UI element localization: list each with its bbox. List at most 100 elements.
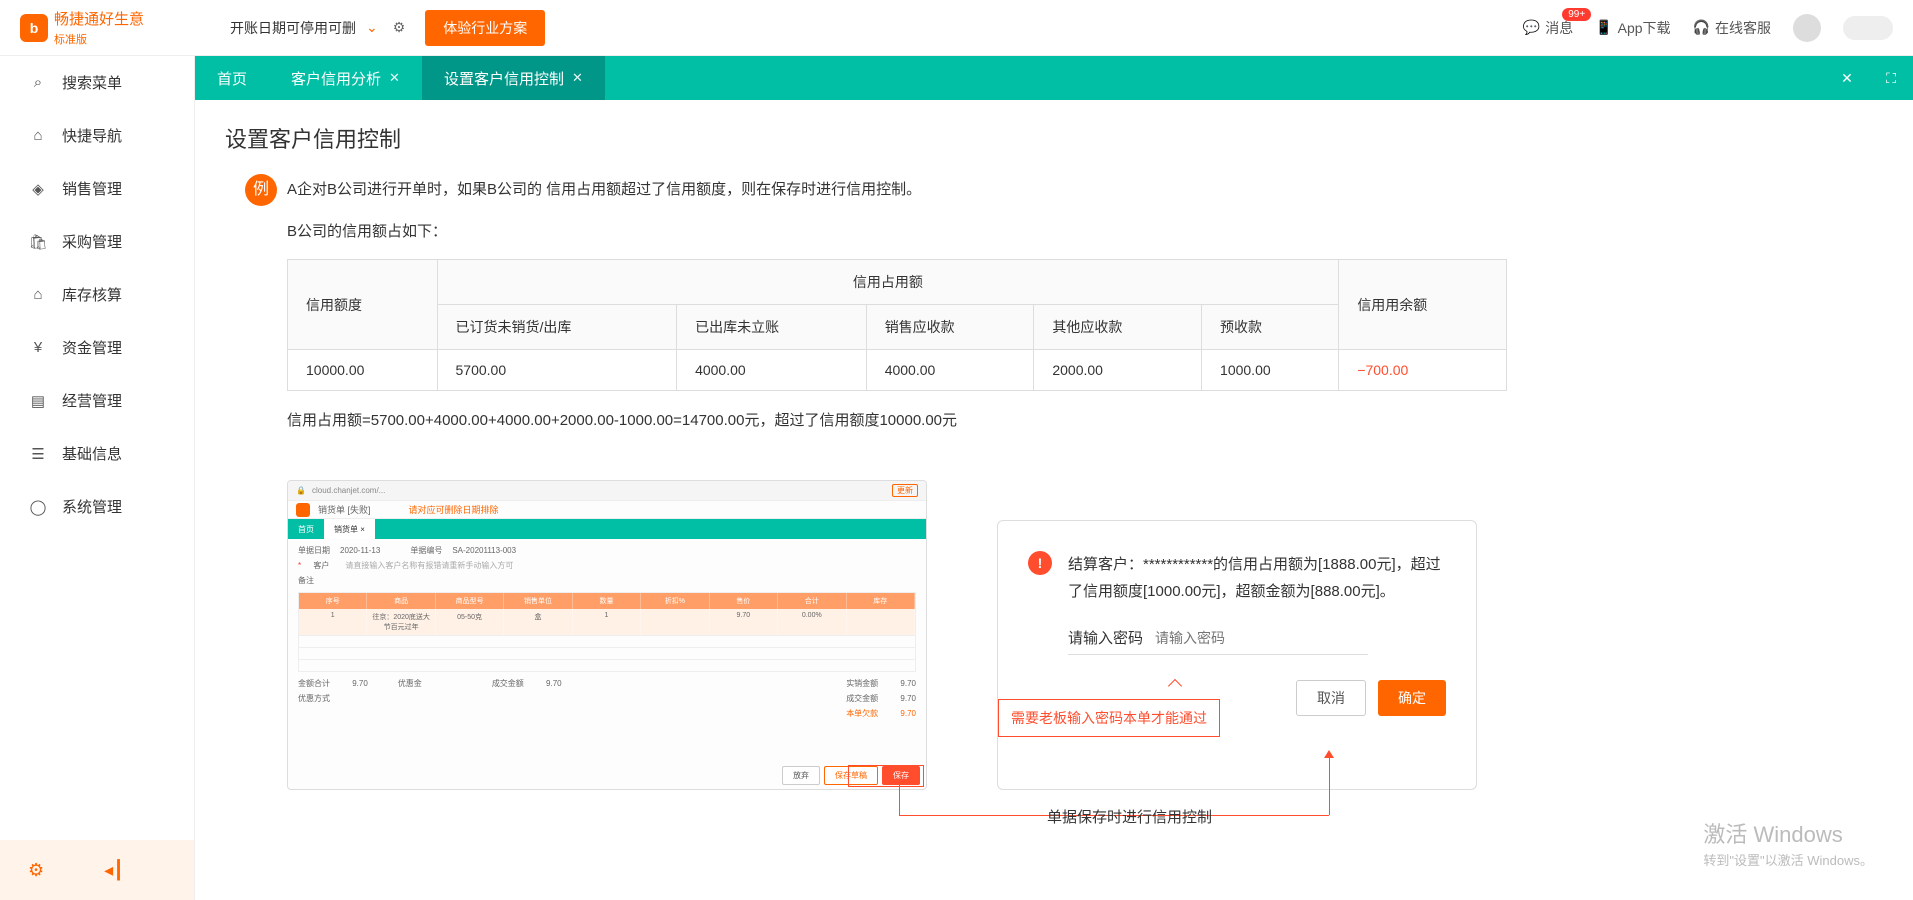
- online-service-link[interactable]: 🎧 在线客服: [1693, 18, 1771, 38]
- close-all-icon[interactable]: ✕: [1825, 56, 1869, 100]
- sidebar-item-label: 经营管理: [62, 390, 122, 411]
- annotation-line: [1329, 758, 1330, 815]
- annotation-caption: 单据保存时进行信用控制: [1047, 806, 1212, 827]
- tab-label: 客户信用分析: [291, 68, 381, 89]
- mock-logo-icon: [296, 503, 310, 517]
- mock-refresh: 更新: [892, 484, 918, 497]
- logo-icon: b: [20, 14, 48, 42]
- sidebar-item-search[interactable]: ⌕搜索菜单: [0, 56, 194, 109]
- close-icon[interactable]: ✕: [389, 70, 400, 86]
- sidebar-item-finance[interactable]: ¥资金管理: [0, 321, 194, 374]
- mock-label: 本单欠款: [846, 708, 878, 719]
- mock-page-title: 销货单 [失败]: [318, 503, 371, 516]
- circle-icon: ◯: [28, 498, 48, 516]
- diamond-icon: ◈: [28, 180, 48, 198]
- mock-value: 9.70: [900, 709, 916, 718]
- selector-label: 开账日期可停用可删: [230, 18, 356, 38]
- bag-icon: 🛍: [28, 233, 48, 251]
- annotation-box: 需要老板输入密码本单才能通过: [998, 699, 1220, 737]
- sidebar-item-sales[interactable]: ◈ 销售管理: [0, 162, 194, 215]
- sidebar-item-inventory[interactable]: ⌂库存核算: [0, 268, 194, 321]
- sidebar-item-label: 销售管理: [62, 178, 122, 199]
- settings-icon[interactable]: ⚙: [393, 19, 406, 36]
- tab-home[interactable]: 首页: [195, 56, 269, 100]
- left-sidebar: ⌕搜索菜单 ⌂快捷导航 ◈ 销售管理 🛍 采购管理 ⌂库存核算 ¥资金管理 ▤ 经营管…: [0, 56, 195, 900]
- cell-balance: −700.00: [1339, 350, 1507, 391]
- chevron-down-icon: ⌄: [366, 19, 378, 36]
- intro-line: 例 A企对B公司进行开单时，如果B公司的 信用占用额超过了信用额度，则在保存时进…: [245, 174, 1863, 206]
- th-c3: 销售应收款: [866, 305, 1034, 350]
- mock-label: 客户: [313, 560, 329, 571]
- dialog-message: 结算客户：************的信用占用额为[1888.00元]，超过了信用…: [1068, 551, 1446, 605]
- sidebar-item-system[interactable]: ◯ 系统管理: [0, 480, 194, 533]
- mock-col: 销售单位: [504, 593, 572, 609]
- fullscreen-icon[interactable]: ⛶: [1869, 56, 1913, 100]
- mock-tab: 首页: [288, 519, 324, 539]
- mock-tip: 请对应可删除日期排除: [409, 503, 499, 516]
- mock-placeholder: 请直接输入客户名称有报错请重新手动输入方可: [345, 560, 513, 571]
- cell-c2: 4000.00: [677, 350, 867, 391]
- mock-cell: 盒: [504, 609, 572, 635]
- collapse-icon[interactable]: ◂┃: [104, 860, 124, 881]
- tab-credit-control[interactable]: 设置客户信用控制✕: [422, 56, 605, 100]
- gear-icon[interactable]: ⚙: [28, 860, 44, 881]
- yen-icon: ¥: [28, 339, 48, 356]
- mock-grid: 序号 商品 商品型号 销售单位 数量 折扣% 售价 合计 库存 1: [298, 592, 916, 672]
- close-icon[interactable]: ✕: [572, 70, 583, 86]
- tab-credit-analysis[interactable]: 客户信用分析 ✕: [269, 56, 422, 100]
- experience-button[interactable]: 体验行业方案: [425, 10, 545, 46]
- search-icon: ⌕: [28, 74, 48, 91]
- tab-actions: ✕ ⛶: [1825, 56, 1913, 100]
- account-period-selector[interactable]: 开账日期可停用可删 ⌄: [230, 18, 378, 38]
- arrow-head-icon: [1324, 750, 1334, 758]
- home-icon: ⌂: [28, 127, 48, 144]
- mock-draft-button: 保存草稿: [824, 766, 878, 785]
- mock-value: 9.70: [900, 694, 916, 703]
- user-menu[interactable]: [1843, 16, 1893, 40]
- mock-body: 单据日期2020-11-13单据编号SA-20201113-003 * 客户请直…: [288, 539, 926, 729]
- mock-cell: 1: [573, 609, 641, 635]
- sidebar-item-label: 系统管理: [62, 496, 122, 517]
- sidebar-item-basic[interactable]: ☰基础信息: [0, 427, 194, 480]
- mock-screenshot: 🔒cloud.chanjet.com/... 更新 销货单 [失败] 请对应可删…: [287, 480, 927, 790]
- password-label: 请输入密码: [1068, 627, 1143, 648]
- content-area[interactable]: 设置客户信用控制 例 A企对B公司进行开单时，如果B公司的 信用占用额超过了信用…: [195, 100, 1913, 900]
- list-icon: ▤: [28, 392, 48, 410]
- confirm-button[interactable]: 确定: [1378, 680, 1446, 716]
- password-row: 请输入密码: [1068, 627, 1368, 655]
- mock-col: 折扣%: [641, 593, 709, 609]
- cell-c4: 2000.00: [1034, 350, 1202, 391]
- headset-icon: 🎧: [1693, 19, 1710, 36]
- mock-value: 9.70: [352, 679, 368, 688]
- mock-col: 数量: [573, 593, 641, 609]
- mock-col: 序号: [299, 593, 367, 609]
- sidebar-item-purchase[interactable]: 🛍 采购管理: [0, 215, 194, 268]
- page-title: 设置客户信用控制: [195, 100, 1913, 174]
- cancel-button[interactable]: 取消: [1296, 680, 1366, 716]
- mock-col: 商品: [367, 593, 435, 609]
- formula-text: 信用占用额=5700.00+4000.00+4000.00+2000.00-10…: [287, 409, 1863, 430]
- mock-col: 合计: [778, 593, 846, 609]
- sidebar-item-business[interactable]: ▤ 经营管理: [0, 374, 194, 427]
- th-c4: 其他应收款: [1034, 305, 1202, 350]
- mock-cell: 0.00%: [778, 609, 846, 635]
- cell-quota: 10000.00: [288, 350, 438, 391]
- sidebar-footer: ⚙ ◂┃: [0, 840, 194, 900]
- messages-badge: 99+: [1562, 8, 1591, 21]
- mobile-icon: 📱: [1595, 19, 1612, 36]
- app-download-link[interactable]: 📱 App下载: [1595, 18, 1670, 38]
- sidebar-item-label: 采购管理: [62, 231, 122, 252]
- messages-link[interactable]: 💬 消息 99+: [1523, 18, 1573, 38]
- mock-label: 金额合计: [298, 678, 330, 689]
- password-input[interactable]: [1155, 630, 1368, 646]
- annotation-line: [899, 785, 900, 815]
- mock-close-button: 放弃: [782, 766, 820, 785]
- intro-text: A企对B公司进行开单时，如果B公司的 信用占用额超过了信用额度，则在保存时进行信…: [287, 177, 921, 203]
- sidebar-item-quicknav[interactable]: ⌂快捷导航: [0, 109, 194, 162]
- mock-save-button: 保存: [882, 766, 920, 785]
- th-c5: 预收款: [1202, 305, 1339, 350]
- cell-c1: 5700.00: [437, 350, 677, 391]
- avatar[interactable]: [1793, 14, 1821, 42]
- credit-table: 信用额度 信用占用额 信用用余额 已订货未销货/出库 已出库未立账 销售应收款 …: [287, 259, 1507, 391]
- mock-value: SA-20201113-003: [452, 546, 516, 555]
